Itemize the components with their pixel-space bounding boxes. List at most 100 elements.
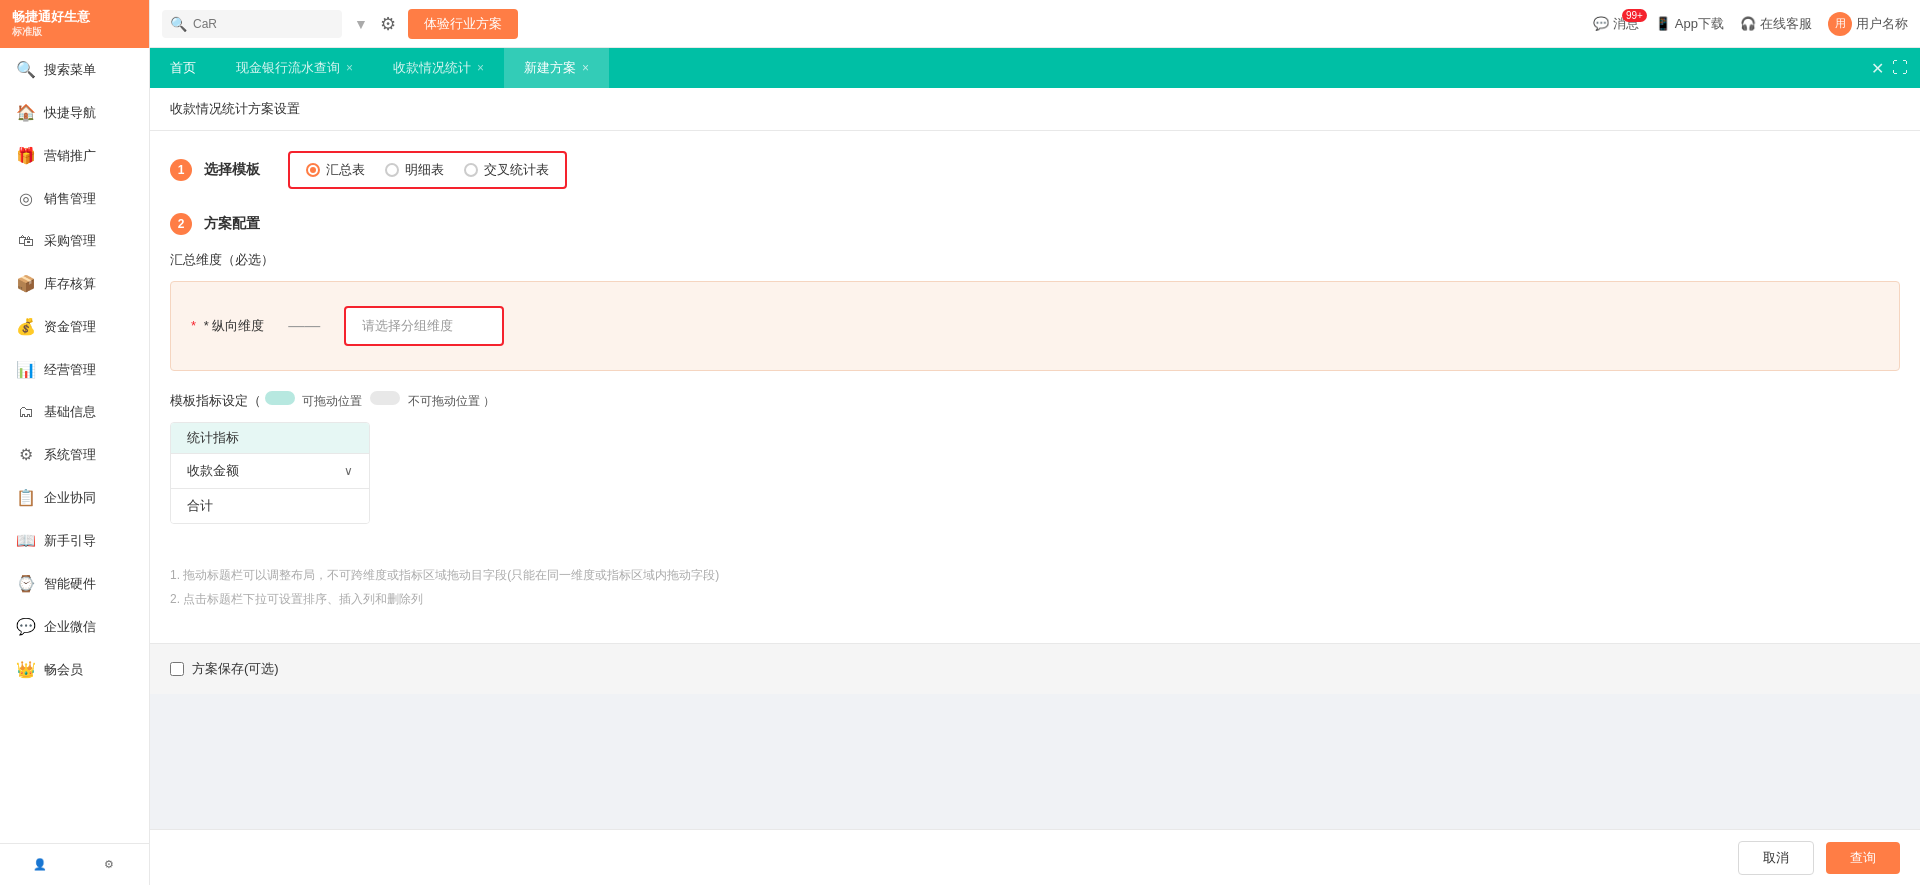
arrow-icon: ——: [288, 317, 320, 335]
sales-icon: ◎: [16, 189, 36, 208]
sidebar-item-hardware[interactable]: ⌚ 智能硬件: [0, 562, 149, 605]
radio-summary[interactable]: 汇总表: [306, 161, 365, 179]
dropdown-arrow-icon[interactable]: ▼: [354, 16, 368, 32]
metrics-dropdown-icon[interactable]: ∨: [344, 464, 353, 478]
sidebar-item-label: 基础信息: [44, 403, 96, 421]
tab-home-label: 首页: [170, 59, 196, 77]
sidebar-item-search[interactable]: 🔍 搜索菜单: [0, 48, 149, 91]
sidebar-item-basic-info[interactable]: 🗂 基础信息: [0, 391, 149, 433]
tab-receipt-stat-close[interactable]: ×: [477, 61, 484, 75]
metrics-row-receipt-label: 收款金额: [187, 462, 336, 480]
sidebar-item-marketing[interactable]: 🎁 营销推广: [0, 134, 149, 177]
page-content: 收款情况统计方案设置 1 选择模板 汇总表 明细表: [150, 88, 1920, 829]
search-icon: 🔍: [170, 16, 187, 32]
non-draggable-label: 不可拖动位置: [408, 394, 480, 408]
sidebar-logo: 畅捷通好生意 标准版: [0, 0, 149, 48]
tab-home[interactable]: 首页: [150, 48, 216, 88]
radio-summary-label: 汇总表: [326, 161, 365, 179]
sidebar-item-quick-nav[interactable]: 🏠 快捷导航: [0, 91, 149, 134]
tab-receipt-stat-label: 收款情况统计: [393, 59, 471, 77]
metrics-header: 统计指标: [171, 423, 369, 453]
step2-num: 2: [170, 213, 192, 235]
tab-new-plan-close[interactable]: ×: [582, 61, 589, 75]
radio-detail-circle: [385, 163, 399, 177]
sidebar-item-sales[interactable]: ◎ 销售管理: [0, 177, 149, 220]
sidebar: 畅捷通好生意 标准版 🔍 搜索菜单 🏠 快捷导航 🎁 营销推广 ◎ 销售管理 🛍…: [0, 0, 150, 885]
dimension-select[interactable]: 请选择分组维度: [344, 306, 504, 346]
tab-bar: 首页 现金银行流水查询 × 收款情况统计 × 新建方案 × ✕ ⛶: [150, 48, 1920, 88]
search-icon: 🔍: [16, 60, 36, 79]
cancel-button[interactable]: 取消: [1738, 841, 1814, 875]
settings-icon[interactable]: ⚙: [380, 13, 396, 35]
tab-bank-flow[interactable]: 现金银行流水查询 ×: [216, 48, 373, 88]
step1-label: 选择模板: [204, 161, 260, 179]
main-area: 🔍 ▼ ⚙ 体验行业方案 💬 消息 99+ 📱 App下载 🎧 在线客服 用 用…: [150, 0, 1920, 885]
corp-collab-icon: 📋: [16, 488, 36, 507]
system-icon: ⚙: [16, 445, 36, 464]
tip-item-2: 2. 点击标题栏下拉可设置排序、插入列和删除列: [170, 587, 1900, 611]
message-icon: 💬: [1593, 16, 1609, 31]
radio-detail-label: 明细表: [405, 161, 444, 179]
purchase-icon: 🛍: [16, 232, 36, 250]
summary-dim-title-text: 汇总维度（必选）: [170, 252, 274, 267]
support-icon: 🎧: [1740, 16, 1756, 31]
sidebar-footer: 👤 ⚙: [0, 843, 149, 885]
metrics-section-label: 统计指标: [187, 429, 239, 447]
support-label: 在线客服: [1760, 15, 1812, 33]
step1-row: 1 选择模板 汇总表 明细表 交叉统计表: [170, 151, 1900, 189]
sidebar-item-finance[interactable]: 💰 资金管理: [0, 305, 149, 348]
metrics-closing-paren: ）: [483, 394, 495, 408]
radio-detail[interactable]: 明细表: [385, 161, 444, 179]
tab-bank-flow-label: 现金银行流水查询: [236, 59, 340, 77]
radio-cross-label: 交叉统计表: [484, 161, 549, 179]
message-btn[interactable]: 💬 消息 99+: [1593, 15, 1639, 33]
tips-section: 1. 拖动标题栏可以调整布局，不可跨维度或指标区域拖动目字段(只能在同一维度或指…: [170, 551, 1900, 623]
sidebar-item-member[interactable]: 👑 畅会员: [0, 648, 149, 691]
sidebar-item-guide[interactable]: 📖 新手引导: [0, 519, 149, 562]
inventory-icon: 📦: [16, 274, 36, 293]
query-button[interactable]: 查询: [1826, 842, 1900, 874]
sidebar-footer-settings[interactable]: ⚙: [77, 852, 142, 877]
tab-bank-flow-close[interactable]: ×: [346, 61, 353, 75]
header-actions: 💬 消息 99+ 📱 App下载 🎧 在线客服 用 用户名称: [1593, 12, 1908, 36]
logo-badge: 标准版: [12, 25, 90, 39]
support-btn[interactable]: 🎧 在线客服: [1740, 15, 1812, 33]
sidebar-item-label: 企业微信: [44, 618, 96, 636]
tab-new-plan[interactable]: 新建方案 ×: [504, 48, 609, 88]
sidebar-item-operation[interactable]: 📊 经营管理: [0, 348, 149, 391]
sidebar-item-label: 营销推广: [44, 147, 96, 165]
search-input[interactable]: [193, 17, 313, 31]
guide-icon: 📖: [16, 531, 36, 550]
tab-close-all-icon[interactable]: ✕: [1871, 59, 1884, 78]
radio-summary-circle: [306, 163, 320, 177]
breadcrumb: 收款情况统计方案设置: [150, 88, 1920, 131]
app-download-btn[interactable]: 📱 App下载: [1655, 15, 1724, 33]
sidebar-item-corp-collab[interactable]: 📋 企业协同: [0, 476, 149, 519]
radio-cross[interactable]: 交叉统计表: [464, 161, 549, 179]
user-profile[interactable]: 用 用户名称: [1828, 12, 1908, 36]
tab-bar-actions: ✕ ⛶: [1871, 59, 1920, 78]
finance-icon: 💰: [16, 317, 36, 336]
tip-text-2: 2. 点击标题栏下拉可设置排序、插入列和删除列: [170, 587, 423, 611]
sidebar-item-label: 企业协同: [44, 489, 96, 507]
tab-receipt-stat[interactable]: 收款情况统计 ×: [373, 48, 504, 88]
sidebar-item-purchase[interactable]: 🛍 采购管理: [0, 220, 149, 262]
sidebar-item-label: 系统管理: [44, 446, 96, 464]
user-name: 用户名称: [1856, 15, 1908, 33]
sidebar-item-wechat[interactable]: 💬 企业微信: [0, 605, 149, 648]
header-search-box[interactable]: 🔍: [162, 10, 342, 38]
tab-expand-icon[interactable]: ⛶: [1892, 59, 1908, 77]
sidebar-footer-user[interactable]: 👤: [8, 852, 73, 877]
step2-row: 2 方案配置: [170, 213, 1900, 235]
member-icon: 👑: [16, 660, 36, 679]
sidebar-item-system[interactable]: ⚙ 系统管理: [0, 433, 149, 476]
download-label: App下载: [1675, 15, 1724, 33]
save-checkbox[interactable]: [170, 662, 184, 676]
user-avatar: 用: [1828, 12, 1852, 36]
sidebar-item-inventory[interactable]: 📦 库存核算: [0, 262, 149, 305]
metrics-row-receipt[interactable]: 收款金额 ∨: [171, 453, 369, 488]
sidebar-item-label: 智能硬件: [44, 575, 96, 593]
gift-icon: 🎁: [16, 146, 36, 165]
sidebar-item-label: 快捷导航: [44, 104, 96, 122]
industry-btn[interactable]: 体验行业方案: [408, 9, 518, 39]
